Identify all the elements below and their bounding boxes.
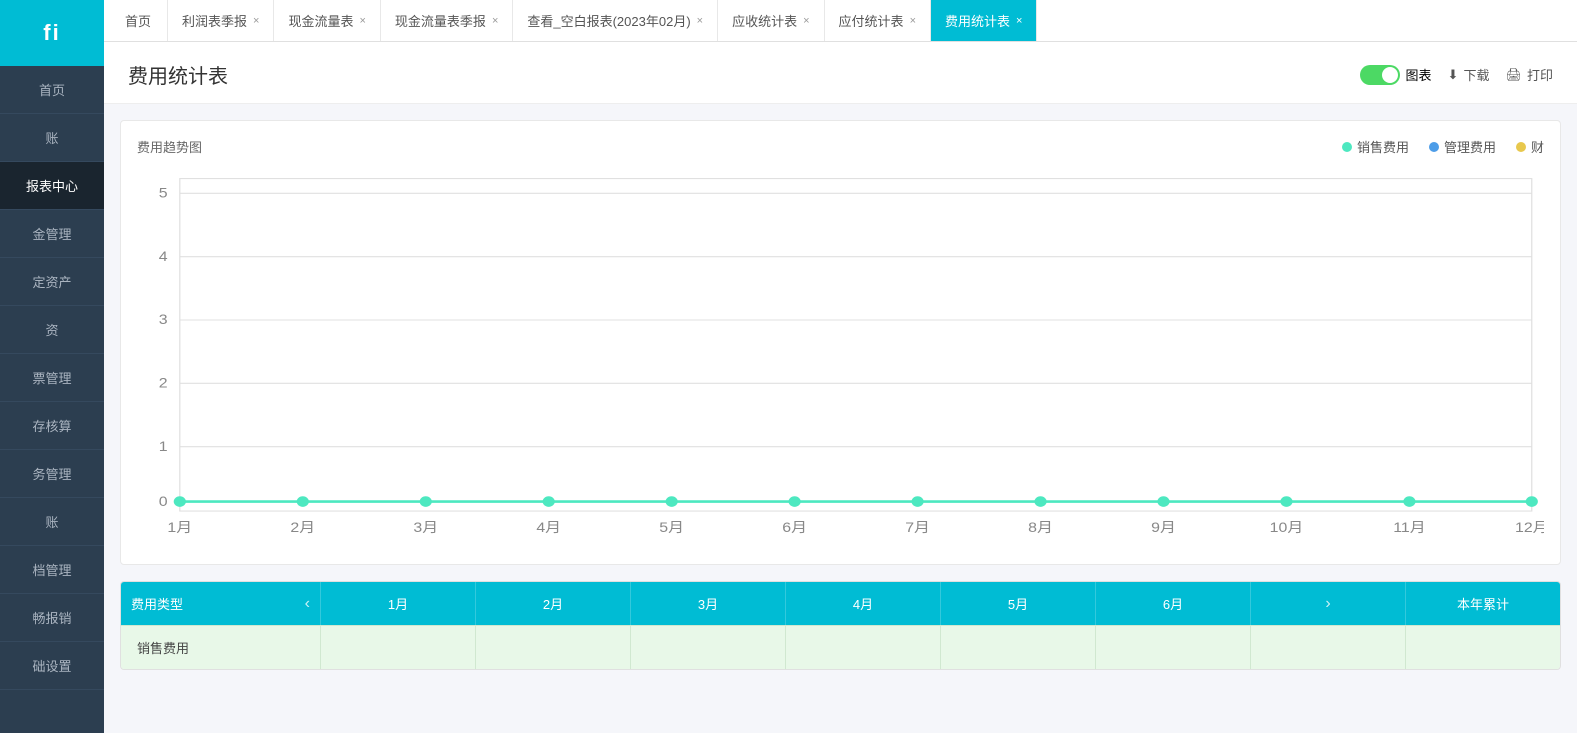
th-m2: 2月	[476, 582, 631, 625]
tab-payable-stat[interactable]: 应付统计表 ×	[825, 0, 931, 42]
page-title: 费用统计表	[128, 60, 228, 89]
svg-text:7月: 7月	[905, 521, 930, 536]
table-nav-prev[interactable]: ‹	[305, 595, 310, 613]
page-actions: 图表 ⬇ 下载 🖨 打印	[1360, 65, 1553, 85]
legend-sales-label: 销售费用	[1357, 137, 1409, 156]
tab-payable-stat-close[interactable]: ×	[910, 15, 916, 27]
sidebar-item-settings[interactable]: 础设置	[0, 642, 104, 690]
tab-cashflow[interactable]: 现金流量表 ×	[274, 0, 380, 42]
sidebar-item-sales[interactable]: 畅报销	[0, 594, 104, 642]
sidebar: fi 首页 账 报表中心 金管理 定资产 资 票管理 存核算 务管理 账 档管理…	[0, 0, 104, 733]
chart-wrapper: 5 4 3 2 1 0	[137, 168, 1544, 548]
tab-expense-close[interactable]: ×	[1016, 15, 1022, 27]
td-m3-sales	[631, 626, 786, 669]
sidebar-item-account[interactable]: 账	[0, 114, 104, 162]
page-content: 费用统计表 图表 ⬇ 下载 🖨 打印 费用趋势图	[104, 42, 1577, 733]
svg-text:5: 5	[159, 186, 168, 201]
th-m6: 6月	[1096, 582, 1251, 625]
svg-text:3: 3	[159, 313, 168, 328]
legend-sales-dot	[1342, 142, 1352, 152]
sidebar-item-payable[interactable]: 账	[0, 498, 104, 546]
sidebar-item-fixed-assets[interactable]: 定资产	[0, 258, 104, 306]
sidebar-item-archive[interactable]: 档管理	[0, 546, 104, 594]
sidebar-item-investment[interactable]: 资	[0, 306, 104, 354]
svg-text:10月: 10月	[1270, 521, 1304, 536]
sidebar-item-fund[interactable]: 金管理	[0, 210, 104, 258]
chart-toggle-label: 图表	[1406, 65, 1432, 84]
td-m6-sales	[1096, 626, 1251, 669]
svg-text:6月: 6月	[782, 521, 807, 536]
svg-text:12月: 12月	[1515, 521, 1544, 536]
table-header: 费用类型 ‹ 1月 2月 3月 4月 5月 6月 › 本年累计	[121, 582, 1560, 625]
chart-section: 费用趋势图 销售费用 管理费用 财	[120, 120, 1561, 565]
svg-text:3月: 3月	[413, 521, 438, 536]
tab-blank-report[interactable]: 查看_空白报表(2023年02月) ×	[513, 0, 718, 42]
table-nav-next[interactable]: ›	[1325, 595, 1330, 613]
print-icon: 🖨	[1505, 67, 1522, 83]
legend-sales: 销售费用	[1342, 137, 1409, 156]
sidebar-item-service[interactable]: 务管理	[0, 450, 104, 498]
tab-profit-close[interactable]: ×	[253, 15, 259, 27]
sidebar-item-report[interactable]: 报表中心	[0, 162, 104, 210]
main-area: 首页 利润表季报 × 现金流量表 × 现金流量表季报 × 查看_空白报表(202…	[104, 0, 1577, 733]
svg-text:0: 0	[159, 495, 168, 510]
tab-blank-report-close[interactable]: ×	[697, 15, 703, 27]
svg-text:4月: 4月	[536, 521, 561, 536]
tab-cashflow-q-close[interactable]: ×	[492, 15, 498, 27]
td-nav-placeholder	[1251, 626, 1406, 669]
legend-finance: 财	[1516, 137, 1544, 156]
chart-title: 费用趋势图	[137, 137, 202, 156]
tab-profit[interactable]: 利润表季报 ×	[168, 0, 274, 42]
svg-text:5月: 5月	[659, 521, 684, 536]
svg-text:11月: 11月	[1393, 521, 1425, 536]
chart-header: 费用趋势图 销售费用 管理费用 财	[137, 137, 1544, 156]
th-nav-next: ›	[1251, 582, 1406, 625]
tab-receivable-close[interactable]: ×	[803, 15, 809, 27]
legend-finance-dot	[1516, 142, 1526, 152]
th-type: 费用类型 ‹	[121, 582, 321, 625]
sidebar-logo: fi	[0, 0, 104, 66]
tab-expense[interactable]: 费用统计表 ×	[931, 0, 1037, 42]
tab-receivable[interactable]: 应收统计表 ×	[718, 0, 824, 42]
legend-admin-label: 管理费用	[1444, 137, 1496, 156]
svg-text:1: 1	[159, 440, 168, 455]
td-m4-sales	[786, 626, 941, 669]
legend-finance-label: 财	[1531, 137, 1544, 156]
td-m1-sales	[321, 626, 476, 669]
td-m5-sales	[941, 626, 1096, 669]
print-button[interactable]: 🖨 打印	[1505, 65, 1553, 84]
th-m3: 3月	[631, 582, 786, 625]
td-m2-sales	[476, 626, 631, 669]
td-type-sales: 销售费用	[121, 626, 321, 669]
svg-text:2月: 2月	[290, 521, 315, 536]
chart-toggle-wrap: 图表	[1360, 65, 1432, 85]
expense-table: 费用类型 ‹ 1月 2月 3月 4月 5月 6月 › 本年累计 销售费用	[120, 581, 1561, 670]
trend-chart: 5 4 3 2 1 0	[137, 168, 1544, 548]
svg-text:4: 4	[159, 250, 168, 265]
page-header: 费用统计表 图表 ⬇ 下载 🖨 打印	[104, 42, 1577, 104]
download-icon: ⬇	[1448, 67, 1459, 83]
td-ytd-sales	[1406, 626, 1560, 669]
sidebar-item-home[interactable]: 首页	[0, 66, 104, 114]
chart-toggle[interactable]	[1360, 65, 1400, 85]
svg-text:1月: 1月	[167, 521, 192, 536]
th-ytd: 本年累计	[1406, 582, 1560, 625]
legend-admin-dot	[1429, 142, 1439, 152]
svg-text:8月: 8月	[1028, 521, 1053, 536]
legend-admin: 管理费用	[1429, 137, 1496, 156]
svg-text:2: 2	[159, 376, 168, 391]
tab-cashflow-q[interactable]: 现金流量表季报 ×	[381, 0, 513, 42]
table-row-sales: 销售费用	[121, 625, 1560, 669]
th-m5: 5月	[941, 582, 1096, 625]
tab-home[interactable]: 首页	[109, 0, 168, 42]
svg-text:9月: 9月	[1151, 521, 1176, 536]
tab-cashflow-close[interactable]: ×	[359, 15, 365, 27]
th-m4: 4月	[786, 582, 941, 625]
download-button[interactable]: ⬇ 下载	[1448, 65, 1490, 84]
sidebar-item-inventory[interactable]: 存核算	[0, 402, 104, 450]
chart-legend: 销售费用 管理费用 财	[1342, 137, 1544, 156]
sidebar-item-invoice[interactable]: 票管理	[0, 354, 104, 402]
tab-bar: 首页 利润表季报 × 现金流量表 × 现金流量表季报 × 查看_空白报表(202…	[104, 0, 1577, 42]
th-m1: 1月	[321, 582, 476, 625]
